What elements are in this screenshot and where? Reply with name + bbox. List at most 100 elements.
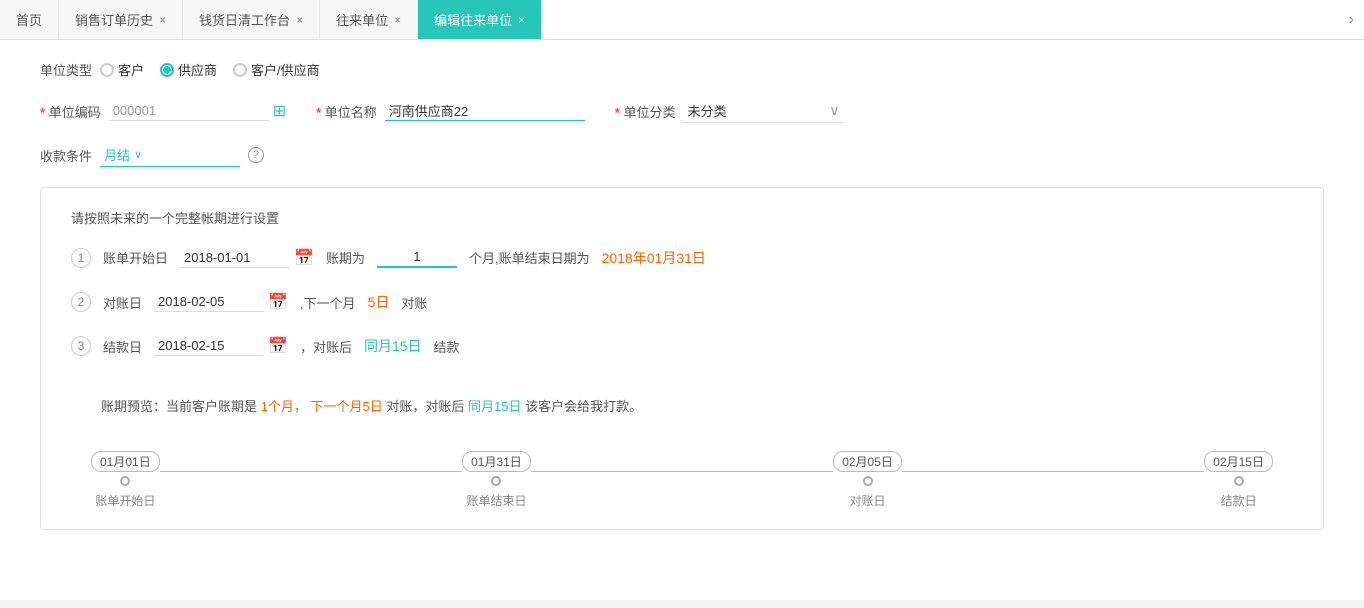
radio-both[interactable]: 客户/供应商 <box>233 60 320 79</box>
radio-circle-supplier <box>160 63 174 77</box>
payment-terms-row: 收款条件 月结 ∨ ? <box>40 143 1324 167</box>
period-row3-suffix: 结款 <box>434 337 460 356</box>
timeline: 01月01日 账单开始日 01月31日 账单结束日 02月05日 对账日 02月… <box>71 451 1293 509</box>
preview-section: 账期预览：当前客户账期是 1个月， 下一个月5日 对账，对账后 同月15日 该客… <box>71 380 1293 431</box>
unit-info-row: 单位编码 ⊞ 单位名称 单位分类 未分类 ∨ <box>40 99 1324 123</box>
period-start-date-wrap: 📅 <box>180 248 314 268</box>
period-row-num-2: 2 <box>71 292 91 312</box>
period-start-date-input[interactable] <box>180 248 290 268</box>
radio-supplier[interactable]: 供应商 <box>160 60 217 79</box>
unit-name-label: 单位名称 <box>316 102 377 121</box>
timeline-line-1 <box>160 471 462 472</box>
unit-category-label: 单位分类 <box>615 102 676 121</box>
period-settings-box: 请按照未来的一个完整帐期进行设置 1 账单开始日 📅 账期为 个月,账单结束日期… <box>40 187 1324 530</box>
preview-mid: 对账，对账后 <box>386 399 464 414</box>
payment-terms-field: 收款条件 月结 ∨ ? <box>40 143 264 167</box>
timeline-label-2: 对账日 <box>850 492 886 509</box>
period-row1-prefix: 账期为 <box>326 248 365 267</box>
timeline-date-2: 02月05日 <box>833 451 902 472</box>
close-cash-work[interactable]: × <box>296 13 303 27</box>
close-sales-history[interactable]: × <box>159 13 166 27</box>
radio-customer[interactable]: 客户 <box>100 60 144 79</box>
unit-name-input[interactable] <box>385 101 585 121</box>
category-chevron-icon: ∨ <box>829 102 839 119</box>
timeline-date-0: 01月01日 <box>91 451 160 472</box>
tab-contacts[interactable]: 往来单位 × <box>320 0 418 39</box>
payment-date-wrap: 📅 <box>154 336 288 356</box>
period-start-cal-icon[interactable]: 📅 <box>294 248 314 268</box>
close-contacts[interactable]: × <box>394 13 401 27</box>
timeline-date-1: 01月31日 <box>462 451 531 472</box>
tab-bar: 首页 销售订单历史 × 钱货日清工作台 × 往来单位 × 编辑往来单位 × › <box>0 0 1364 40</box>
unit-code-field: 单位编码 ⊞ <box>40 101 286 121</box>
period-row3-prefix: ，对账后 <box>300 337 352 356</box>
period-row-1: 1 账单开始日 📅 账期为 个月,账单结束日期为 2018年01月31日 <box>71 247 1293 268</box>
timeline-dot-2 <box>863 476 873 486</box>
period-row2-prefix: ,下一个月 <box>300 293 356 312</box>
close-edit-contact[interactable]: × <box>518 13 525 27</box>
reconcile-date-input[interactable] <box>154 292 264 312</box>
timeline-node-3: 02月15日 结款日 <box>1204 451 1273 509</box>
help-icon[interactable]: ? <box>248 147 264 163</box>
payment-date-input[interactable] <box>154 336 264 356</box>
unit-code-label: 单位编码 <box>40 102 101 121</box>
tab-edit-contact[interactable]: 编辑往来单位 × <box>418 0 542 39</box>
period-row-3: 3 结款日 📅 ，对账后同月15日 结款 <box>71 336 1293 356</box>
payment-cal-icon[interactable]: 📅 <box>268 336 288 356</box>
unit-type-label: 单位类型 <box>40 60 92 79</box>
timeline-node-0: 01月01日 账单开始日 <box>91 451 160 509</box>
unit-category-field: 单位分类 未分类 ∨ <box>615 99 844 123</box>
preview-part3: 同月15日 <box>468 399 521 414</box>
period-row-num-1: 1 <box>71 248 91 268</box>
period-box-title: 请按照未来的一个完整帐期进行设置 <box>71 208 1293 227</box>
main-content: 单位类型 客户 供应商 客户/供应商 单位编码 <box>0 40 1364 600</box>
period-row2-suffix: 对账 <box>401 293 427 312</box>
timeline-line-2 <box>531 471 833 472</box>
unit-name-field: 单位名称 <box>316 101 585 121</box>
unit-type-field: 单位类型 客户 供应商 客户/供应商 <box>40 60 320 79</box>
payment-terms-select[interactable]: 月结 ∨ <box>100 143 240 167</box>
period-row1-suffix: 个月,账单结束日期为 <box>469 248 590 267</box>
timeline-node-2: 02月05日 对账日 <box>833 451 902 509</box>
preview-suffix: 该客户会给我打款。 <box>525 399 642 414</box>
period-row3-highlight: 同月15日 <box>364 336 422 356</box>
timeline-dot-0 <box>120 476 130 486</box>
tab-sales-history[interactable]: 销售订单历史 × <box>59 0 183 39</box>
period-row2-highlight: 5日 <box>368 292 390 312</box>
timeline-date-3: 02月15日 <box>1204 451 1273 472</box>
period-row-label-3: 结款日 <box>103 337 142 356</box>
reconcile-cal-icon[interactable]: 📅 <box>268 292 288 312</box>
payment-terms-chevron-icon: ∨ <box>134 148 142 161</box>
timeline-dot-1 <box>491 476 501 486</box>
period-row-num-3: 3 <box>71 336 91 356</box>
payment-terms-label: 收款条件 <box>40 146 92 165</box>
period-row-label-1: 账单开始日 <box>103 248 168 267</box>
timeline-line-3 <box>902 471 1204 472</box>
unit-category-value: 未分类 <box>687 101 825 120</box>
radio-circle-customer <box>100 63 114 77</box>
preview-part2: 下一个月5日 <box>311 399 383 414</box>
preview-part1: 1个月， <box>261 399 307 414</box>
radio-circle-both <box>233 63 247 77</box>
timeline-label-0: 账单开始日 <box>95 492 155 509</box>
period-end-date: 2018年01月31日 <box>602 248 706 268</box>
timeline-dot-3 <box>1234 476 1244 486</box>
period-row-label-2: 对账日 <box>103 293 142 312</box>
period-row-2: 2 对账日 📅 ,下一个月 5日 对账 <box>71 292 1293 312</box>
unit-code-input[interactable] <box>109 101 269 121</box>
unit-code-copy-icon[interactable]: ⊞ <box>273 101 286 121</box>
reconcile-date-wrap: 📅 <box>154 292 288 312</box>
preview-prefix: 账期预览：当前客户账期是 <box>101 399 257 414</box>
radio-group-unit-type: 客户 供应商 客户/供应商 <box>100 60 320 79</box>
payment-terms-value: 月结 <box>104 145 130 164</box>
timeline-label-1: 账单结束日 <box>466 492 526 509</box>
timeline-label-3: 结款日 <box>1221 492 1257 509</box>
unit-type-row: 单位类型 客户 供应商 客户/供应商 <box>40 60 1324 79</box>
unit-category-select[interactable]: 未分类 ∨ <box>683 99 843 123</box>
period-months-input[interactable] <box>377 247 457 268</box>
unit-code-input-wrap: ⊞ <box>109 101 286 121</box>
timeline-node-1: 01月31日 账单结束日 <box>462 451 531 509</box>
tab-cash-work[interactable]: 钱货日清工作台 × <box>183 0 320 39</box>
tab-expand-button[interactable]: › <box>1339 0 1364 39</box>
tab-home[interactable]: 首页 <box>0 0 59 39</box>
